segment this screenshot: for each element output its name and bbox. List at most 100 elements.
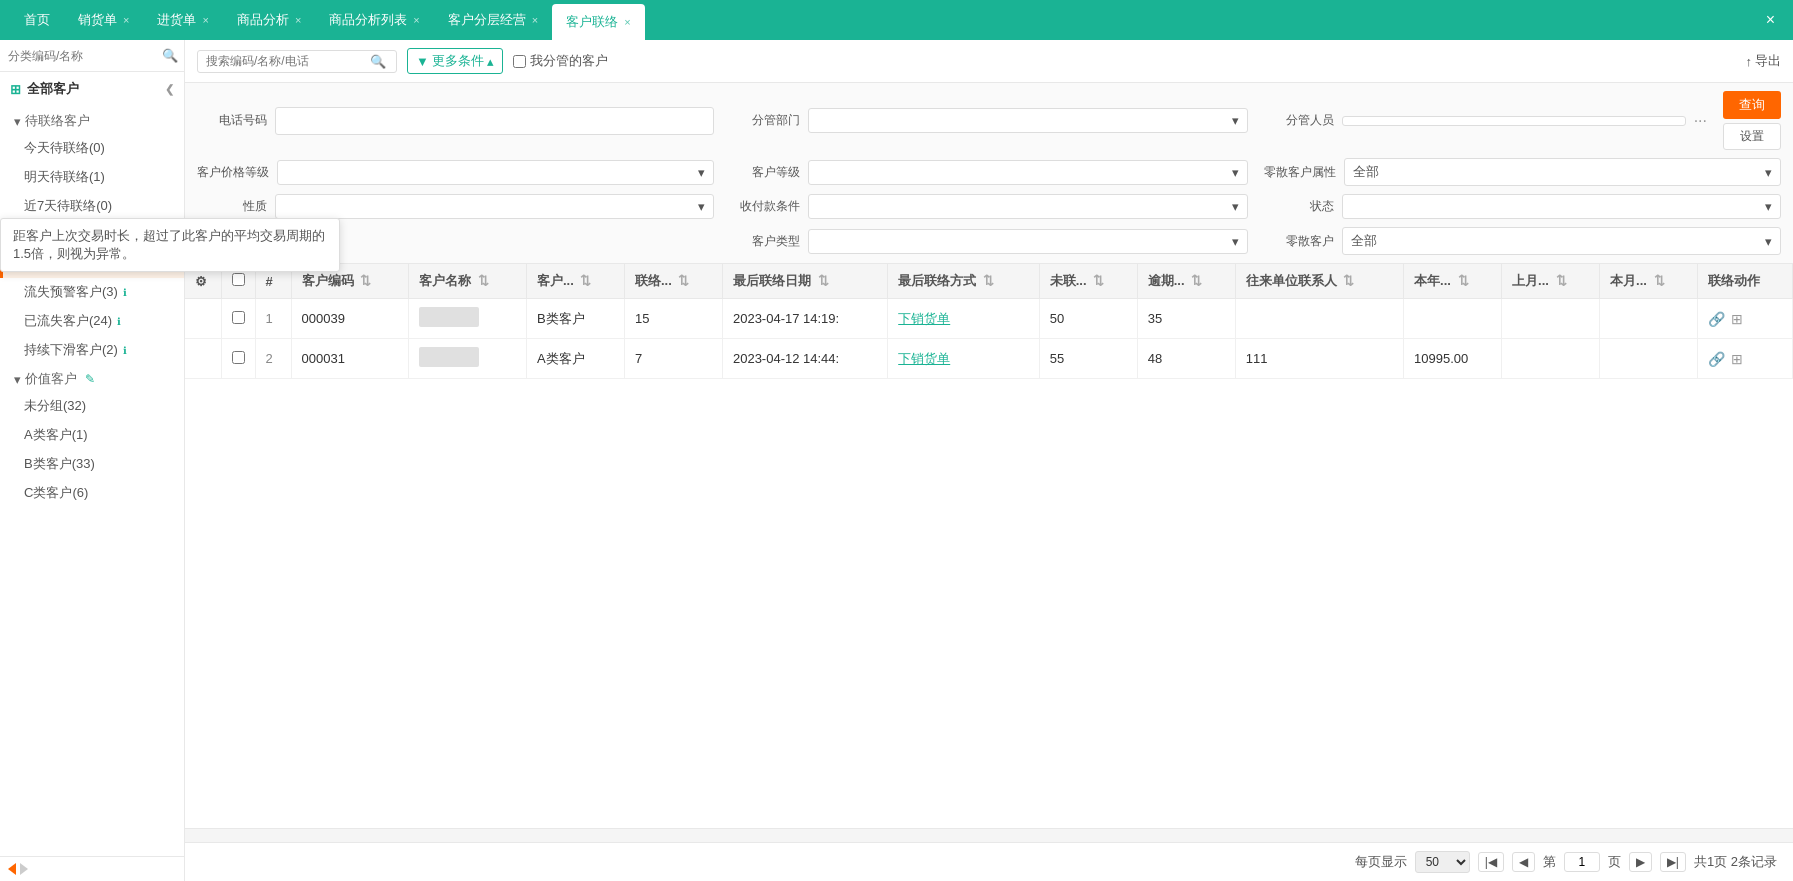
retail-customer-select[interactable]: 全部 ▾ (1342, 227, 1781, 255)
td-no-contact: 50 (1039, 299, 1137, 339)
last-page-btn[interactable]: ▶| (1660, 852, 1686, 872)
th-contact-count[interactable]: 联络... ⇅ (624, 264, 722, 299)
th-contact-person[interactable]: 往来单位联系人 ⇅ (1235, 264, 1403, 299)
nav-customer-stratification[interactable]: 客户分层经营 × (434, 0, 552, 40)
link-icon[interactable]: 🔗 (1708, 351, 1725, 367)
nav-purchase-order[interactable]: 进货单 × (143, 0, 222, 40)
row-checkbox[interactable] (232, 311, 245, 324)
link-icon[interactable]: 🔗 (1708, 311, 1725, 327)
td-last-contact-method[interactable]: 下销货单 (888, 299, 1039, 339)
th-last-contact-date[interactable]: 最后联络日期 ⇅ (722, 264, 887, 299)
price-grade-select[interactable]: ▾ (277, 160, 714, 185)
sort-icon: ⇅ (1654, 273, 1665, 288)
sidebar-item-tomorrow[interactable]: 明天待联络(1) (0, 163, 184, 192)
gear-icon[interactable]: ⚙ (195, 274, 207, 289)
sort-icon: ⇅ (983, 273, 994, 288)
td-code: 000031 (291, 339, 409, 379)
close-purchase-order[interactable]: × (202, 0, 208, 40)
sidebar-item-churned[interactable]: 已流失客户(24) ℹ (0, 307, 184, 336)
payment-select[interactable]: ▾ (808, 194, 1247, 219)
nav-sales-order[interactable]: 销货单 × (64, 0, 143, 40)
close-product-analysis[interactable]: × (295, 0, 301, 40)
my-customers-check[interactable] (513, 55, 526, 68)
customer-grade-select[interactable]: ▾ (808, 160, 1247, 185)
edit-icon[interactable]: ✎ (85, 372, 95, 386)
th-type[interactable]: 客户... ⇅ (526, 264, 624, 299)
sidebar-item-7days[interactable]: 近7天待联络(0) (0, 192, 184, 221)
next-page-btn[interactable]: ▶ (1629, 852, 1652, 872)
sidebar-search-icon[interactable]: 🔍 (162, 48, 178, 63)
first-page-btn[interactable]: |◀ (1478, 852, 1504, 872)
info-icon: ℹ (123, 345, 127, 356)
status-select[interactable]: ▾ (1342, 194, 1781, 219)
customer-table: ⚙ # 客户编码 ⇅ 客户名称 (185, 264, 1793, 379)
close-sales-order[interactable]: × (123, 0, 129, 40)
filter-row-customer-type2: 客户类型 ▾ (730, 227, 1247, 255)
manager-dots-btn[interactable]: ··· (1694, 112, 1707, 130)
retail-attr-select[interactable]: 全部 ▾ (1344, 158, 1781, 186)
sidebar-item-a-class[interactable]: A类客户(1) (0, 421, 184, 450)
sidebar-scroll-left[interactable] (8, 863, 16, 875)
sidebar-group-value-customers[interactable]: ▾ 价值客户 ✎ (0, 364, 184, 392)
gender-select[interactable]: ▾ (275, 194, 714, 219)
td-name (409, 339, 527, 379)
qrcode-icon[interactable]: ⊞ (1731, 311, 1743, 327)
sort-icon: ⇅ (1458, 273, 1469, 288)
export-btn[interactable]: ↑ 导出 (1746, 52, 1782, 70)
query-button[interactable]: 查询 (1723, 91, 1781, 119)
sidebar-group-pending[interactable]: ▾ 待联络客户 (0, 106, 184, 134)
search-icon[interactable]: 🔍 (370, 54, 386, 69)
sidebar-item-declining[interactable]: 持续下滑客户(2) ℹ (0, 336, 184, 365)
nav-customer-contact[interactable]: 客户联络 × (552, 4, 644, 40)
select-all-checkbox[interactable] (232, 273, 245, 286)
row-checkbox[interactable] (232, 351, 245, 364)
close-product-analysis-list[interactable]: × (413, 0, 419, 40)
table-row: 1 000039 B类客户 15 2023-04-17 14:19: 下销货单 … (185, 299, 1793, 339)
dept-select[interactable]: ▾ (808, 108, 1247, 133)
sidebar-scroll-right[interactable] (20, 863, 28, 875)
chevron-down-icon: ▾ (1765, 234, 1772, 249)
close-customer-stratification[interactable]: × (532, 0, 538, 40)
sidebar-item-churn-warning[interactable]: 流失预警客户(3) ℹ (0, 278, 184, 307)
sidebar-search-input[interactable] (8, 49, 158, 63)
th-last-month[interactable]: 上月... ⇅ (1502, 264, 1600, 299)
customer-type-select[interactable]: ▾ (808, 229, 1247, 254)
per-page-select[interactable]: 50 20 100 (1415, 851, 1470, 873)
sidebar-item-today[interactable]: 今天待联络(0) (0, 134, 184, 163)
td-contact-count: 15 (624, 299, 722, 339)
sidebar-item-unclassified[interactable]: 未分组(32) (0, 392, 184, 421)
th-overdue[interactable]: 逾期... ⇅ (1137, 264, 1235, 299)
phone-input[interactable] (275, 107, 714, 135)
nav-product-analysis[interactable]: 商品分析 × (223, 0, 315, 40)
th-no-contact[interactable]: 未联... ⇅ (1039, 264, 1137, 299)
td-last-contact-method[interactable]: 下销货单 (888, 339, 1039, 379)
search-input[interactable] (206, 54, 366, 68)
th-current-year[interactable]: 本年... ⇅ (1404, 264, 1502, 299)
sidebar: 🔍 ⊞ 全部客户 ❮ ▾ 待联络客户 今天待联络(0) 明天待联络(1) 近7天… (0, 40, 185, 881)
more-conditions-btn[interactable]: ▼ 更多条件 ▴ (407, 48, 503, 74)
manager-select[interactable] (1342, 116, 1686, 126)
setting-button[interactable]: 设置 (1723, 123, 1781, 150)
nav-product-analysis-list[interactable]: 商品分析列表 × (315, 0, 433, 40)
td-current-year: 10995.00 (1404, 339, 1502, 379)
sidebar-item-c-class[interactable]: C类客户(6) (0, 479, 184, 508)
qrcode-icon[interactable]: ⊞ (1731, 351, 1743, 367)
collapse-btn[interactable]: ❮ (165, 83, 174, 96)
th-current-month[interactable]: 本月... ⇅ (1600, 264, 1698, 299)
sidebar-all-customers[interactable]: ⊞ 全部客户 ❮ (0, 72, 184, 106)
horizontal-scrollbar[interactable] (185, 828, 1793, 842)
nav-home[interactable]: 首页 (10, 0, 64, 40)
page-suffix: 页 (1608, 853, 1621, 871)
sidebar-item-b-class[interactable]: B类客户(33) (0, 450, 184, 479)
th-last-contact-method[interactable]: 最后联络方式 ⇅ (888, 264, 1039, 299)
retail-attr-label: 零散客户属性 (1264, 164, 1336, 181)
prev-page-btn[interactable]: ◀ (1512, 852, 1535, 872)
page-number-input[interactable] (1564, 852, 1600, 872)
th-name[interactable]: 客户名称 ⇅ (409, 264, 527, 299)
my-customers-checkbox[interactable]: 我分管的客户 (513, 52, 608, 70)
td-no-contact: 55 (1039, 339, 1137, 379)
close-customer-contact[interactable]: × (624, 4, 630, 40)
filter-bar: 🔍 ▼ 更多条件 ▴ 我分管的客户 ↑ 导出 (185, 40, 1793, 83)
window-close-btn[interactable]: × (1758, 7, 1783, 33)
td-checkbox (221, 299, 255, 339)
